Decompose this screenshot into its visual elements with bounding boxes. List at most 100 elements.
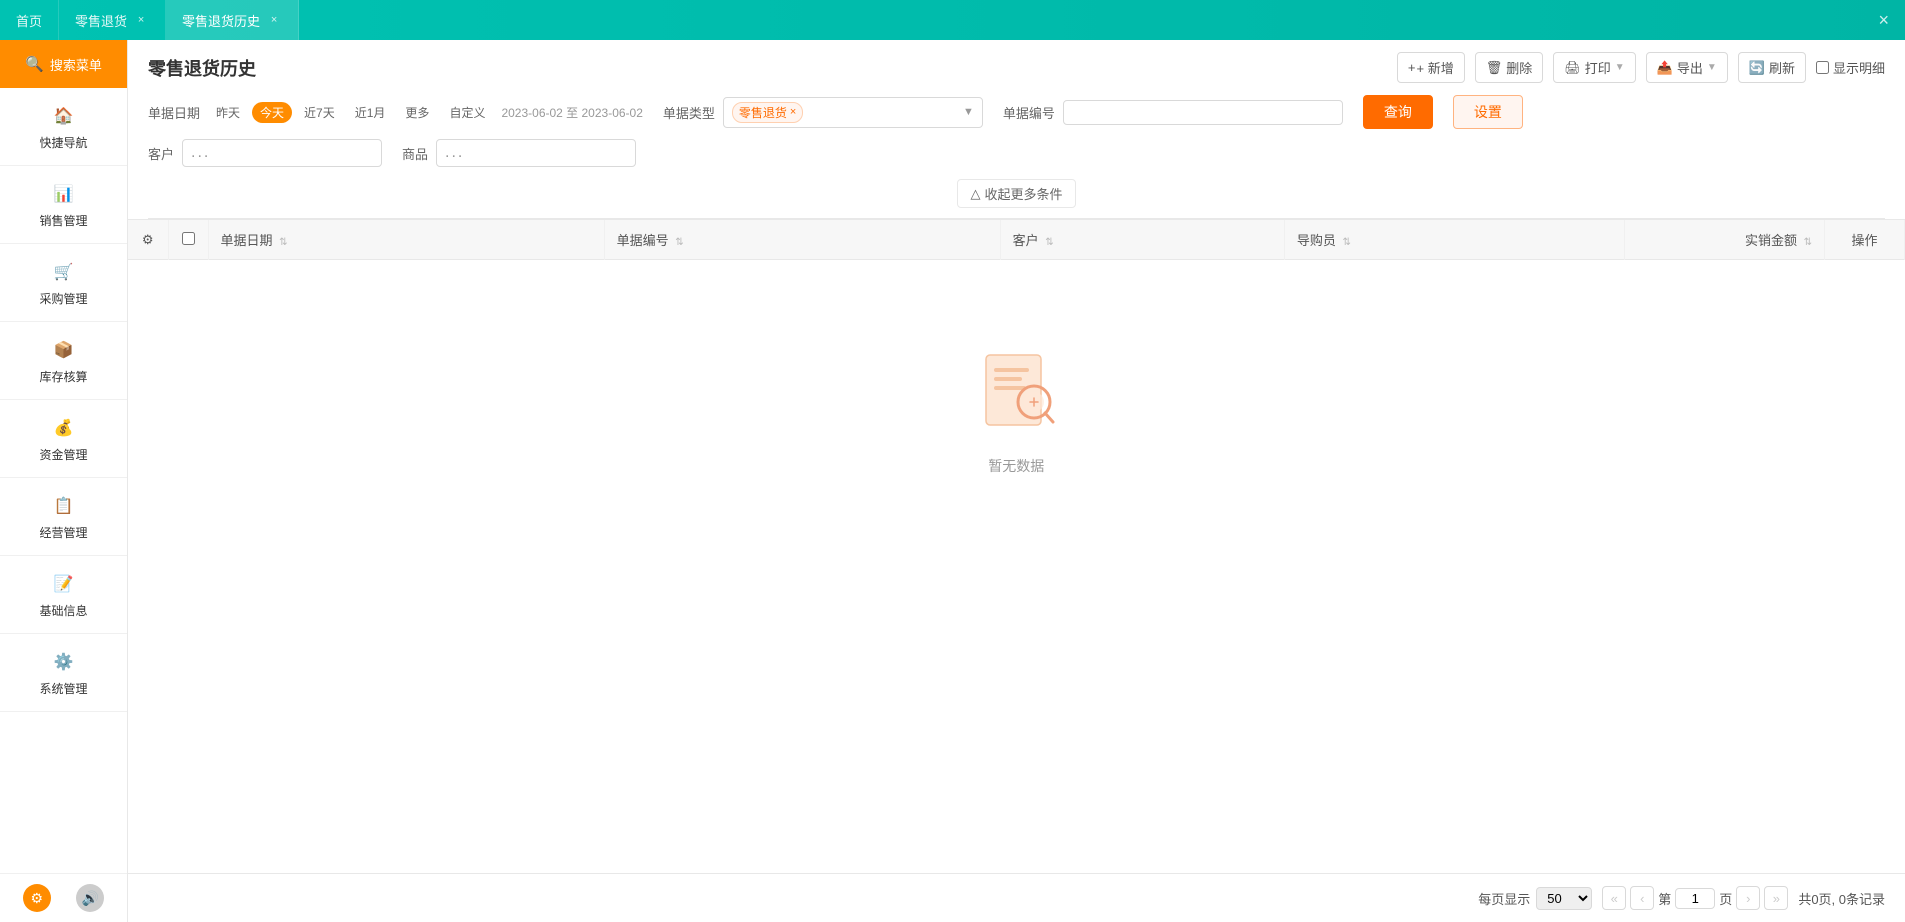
- set-button[interactable]: 设置: [1453, 95, 1523, 129]
- tab-list: 首页 零售退货 × 零售退货历史 ×: [0, 0, 1862, 40]
- basic-info-icon: 📝: [50, 570, 78, 598]
- sidebar-item-quick-nav[interactable]: 🏠 快捷导航: [0, 88, 127, 166]
- operations-icon: 📋: [50, 492, 78, 520]
- date-btn-yesterday[interactable]: 昨天: [208, 102, 248, 123]
- system-mgmt-icon: ⚙️: [50, 648, 78, 676]
- th-no-sort-icon[interactable]: ⇅: [675, 237, 683, 248]
- voucher-no-input[interactable]: [1063, 100, 1343, 125]
- sidebar-item-system-mgmt[interactable]: ⚙️ 系统管理: [0, 634, 127, 712]
- pagination-first-button[interactable]: «: [1602, 886, 1626, 910]
- sidebar-item-purchase-mgmt[interactable]: 🛒 采购管理: [0, 244, 127, 322]
- page-input[interactable]: [1675, 888, 1715, 909]
- finance-icon: 💰: [50, 414, 78, 442]
- tab-retail-return-label: 零售退货: [75, 11, 127, 30]
- date-btn-custom[interactable]: 自定义: [441, 102, 493, 123]
- refresh-button[interactable]: 🔄 刷新: [1738, 52, 1806, 83]
- column-settings-icon[interactable]: ⚙: [142, 232, 154, 247]
- voucher-type-label: 单据类型: [663, 103, 715, 122]
- select-all-checkbox[interactable]: [182, 232, 195, 245]
- voucher-type-arrow-icon: ▼: [963, 106, 974, 118]
- quick-nav-icon: 🏠: [50, 102, 78, 130]
- page-title: 零售退货历史: [148, 55, 256, 81]
- sidebar-item-sales-mgmt[interactable]: 📊 销售管理: [0, 166, 127, 244]
- per-page-group: 每页显示 50 10 20 100: [1478, 887, 1592, 910]
- date-btn-today[interactable]: 今天: [252, 102, 292, 123]
- pagination-bar: 每页显示 50 10 20 100 « ‹ 第 页 › » 共0页, 0条记录: [128, 873, 1905, 922]
- new-button[interactable]: + + 新增: [1397, 52, 1465, 83]
- th-customer-sort-icon[interactable]: ⇅: [1045, 237, 1053, 248]
- date-btn-more[interactable]: 更多: [397, 102, 437, 123]
- sidebar-bottom: ⚙ 🔊: [0, 873, 127, 922]
- page-suffix: 页: [1719, 889, 1732, 908]
- show-detail-checkbox-label[interactable]: 显示明细: [1816, 58, 1885, 77]
- filter-row-1: 单据日期 昨天 今天 近7天 近1月 更多 自定义 2023-06-02 至 2…: [148, 95, 1885, 129]
- query-button[interactable]: 查询: [1363, 95, 1433, 129]
- delete-button[interactable]: 🗑 删除: [1475, 52, 1544, 83]
- show-detail-checkbox[interactable]: [1816, 61, 1829, 74]
- sidebar-item-quick-nav-label: 快捷导航: [39, 134, 87, 151]
- tab-retail-return-close[interactable]: ×: [133, 12, 149, 28]
- date-buttons: 昨天 今天 近7天 近1月 更多 自定义: [208, 102, 493, 123]
- th-amount-label: 实销金额: [1745, 233, 1797, 248]
- voucher-type-group: 单据类型 零售退货 × ▼: [663, 97, 983, 128]
- th-date-sort-icon[interactable]: ⇅: [279, 237, 287, 248]
- delete-icon: 🗑: [1486, 60, 1503, 76]
- pagination-last-button[interactable]: »: [1764, 886, 1788, 910]
- th-guide: 导购员 ⇅: [1284, 220, 1624, 260]
- filter-row-2: 客户 ... 商品 ...: [148, 139, 1885, 167]
- th-action-label: 操作: [1851, 233, 1877, 248]
- export-arrow-icon: ▼: [1707, 62, 1717, 73]
- th-settings: ⚙: [128, 220, 168, 260]
- main-layout: 🔍 搜索菜单 🏠 快捷导航 📊 销售管理 🛒 采购管理 📦 库存核算 💰: [0, 40, 1905, 922]
- pagination-next-button[interactable]: ›: [1736, 886, 1760, 910]
- filter-area: 单据日期 昨天 今天 近7天 近1月 更多 自定义 2023-06-02 至 2…: [148, 95, 1885, 219]
- voucher-type-tag-remove[interactable]: ×: [790, 106, 796, 118]
- th-no-label: 单据编号: [617, 233, 669, 248]
- date-filter-group: 单据日期 昨天 今天 近7天 近1月 更多 自定义 2023-06-02 至 2…: [148, 102, 643, 123]
- th-no: 单据编号 ⇅: [604, 220, 1000, 260]
- tab-home[interactable]: 首页: [0, 0, 59, 40]
- page-title-row: 零售退货历史 + + 新增 🗑 删除 🖨 打印 ▼: [148, 52, 1885, 83]
- sidebar-item-finance-label: 资金管理: [39, 446, 87, 463]
- date-btn-7days[interactable]: 近7天: [296, 102, 343, 123]
- per-page-select[interactable]: 50 10 20 100: [1536, 887, 1592, 910]
- th-action: 操作: [1825, 220, 1905, 260]
- collapse-filter-button[interactable]: △ 收起更多条件: [957, 179, 1075, 208]
- voucher-type-select[interactable]: 零售退货 × ▼: [723, 97, 983, 128]
- refresh-icon: 🔄: [1749, 60, 1765, 76]
- print-arrow-icon: ▼: [1615, 62, 1625, 73]
- th-guide-label: 导购员: [1297, 233, 1336, 248]
- sidebar-item-operations[interactable]: 📋 经营管理: [0, 478, 127, 556]
- tab-retail-return-history[interactable]: 零售退货历史 ×: [166, 0, 299, 40]
- tab-retail-return-history-close[interactable]: ×: [266, 12, 282, 28]
- sidebar-item-basic-info[interactable]: 📝 基础信息: [0, 556, 127, 634]
- sidebar-item-finance[interactable]: 💰 资金管理: [0, 400, 127, 478]
- empty-state-icon: [966, 340, 1066, 440]
- customer-select[interactable]: ...: [182, 139, 382, 167]
- th-customer: 客户 ⇅: [1000, 220, 1284, 260]
- goods-filter-group: 商品 ...: [402, 139, 636, 167]
- empty-state-text: 暂无数据: [988, 456, 1044, 476]
- sidebar-item-inventory[interactable]: 📦 库存核算: [0, 322, 127, 400]
- sidebar-search-button[interactable]: 🔍 搜索菜单: [0, 40, 127, 88]
- export-button[interactable]: 📤 导出 ▼: [1646, 52, 1728, 83]
- tab-retail-return[interactable]: 零售退货 ×: [59, 0, 166, 40]
- settings-bottom-icon[interactable]: ⚙: [23, 884, 51, 912]
- volume-bottom-icon[interactable]: 🔊: [76, 884, 104, 912]
- th-amount: 实销金额 ⇅: [1625, 220, 1825, 260]
- table-body: 暂无数据: [128, 260, 1905, 557]
- sidebar-item-operations-label: 经营管理: [39, 524, 87, 541]
- page-header: 零售退货历史 + + 新增 🗑 删除 🖨 打印 ▼: [128, 40, 1905, 220]
- th-customer-label: 客户: [1013, 233, 1039, 248]
- content-area: 零售退货历史 + + 新增 🗑 删除 🖨 打印 ▼: [128, 40, 1905, 922]
- th-amount-sort-icon[interactable]: ⇅: [1804, 237, 1812, 248]
- th-guide-sort-icon[interactable]: ⇅: [1342, 237, 1350, 248]
- goods-select[interactable]: ...: [436, 139, 636, 167]
- window-close-button[interactable]: ×: [1862, 10, 1905, 31]
- inventory-icon: 📦: [50, 336, 78, 364]
- print-button[interactable]: 🖨 打印 ▼: [1553, 52, 1635, 83]
- date-btn-1month[interactable]: 近1月: [347, 102, 394, 123]
- voucher-no-group: 单据编号: [1003, 100, 1343, 125]
- goods-label: 商品: [402, 144, 428, 163]
- pagination-prev-button[interactable]: ‹: [1630, 886, 1654, 910]
